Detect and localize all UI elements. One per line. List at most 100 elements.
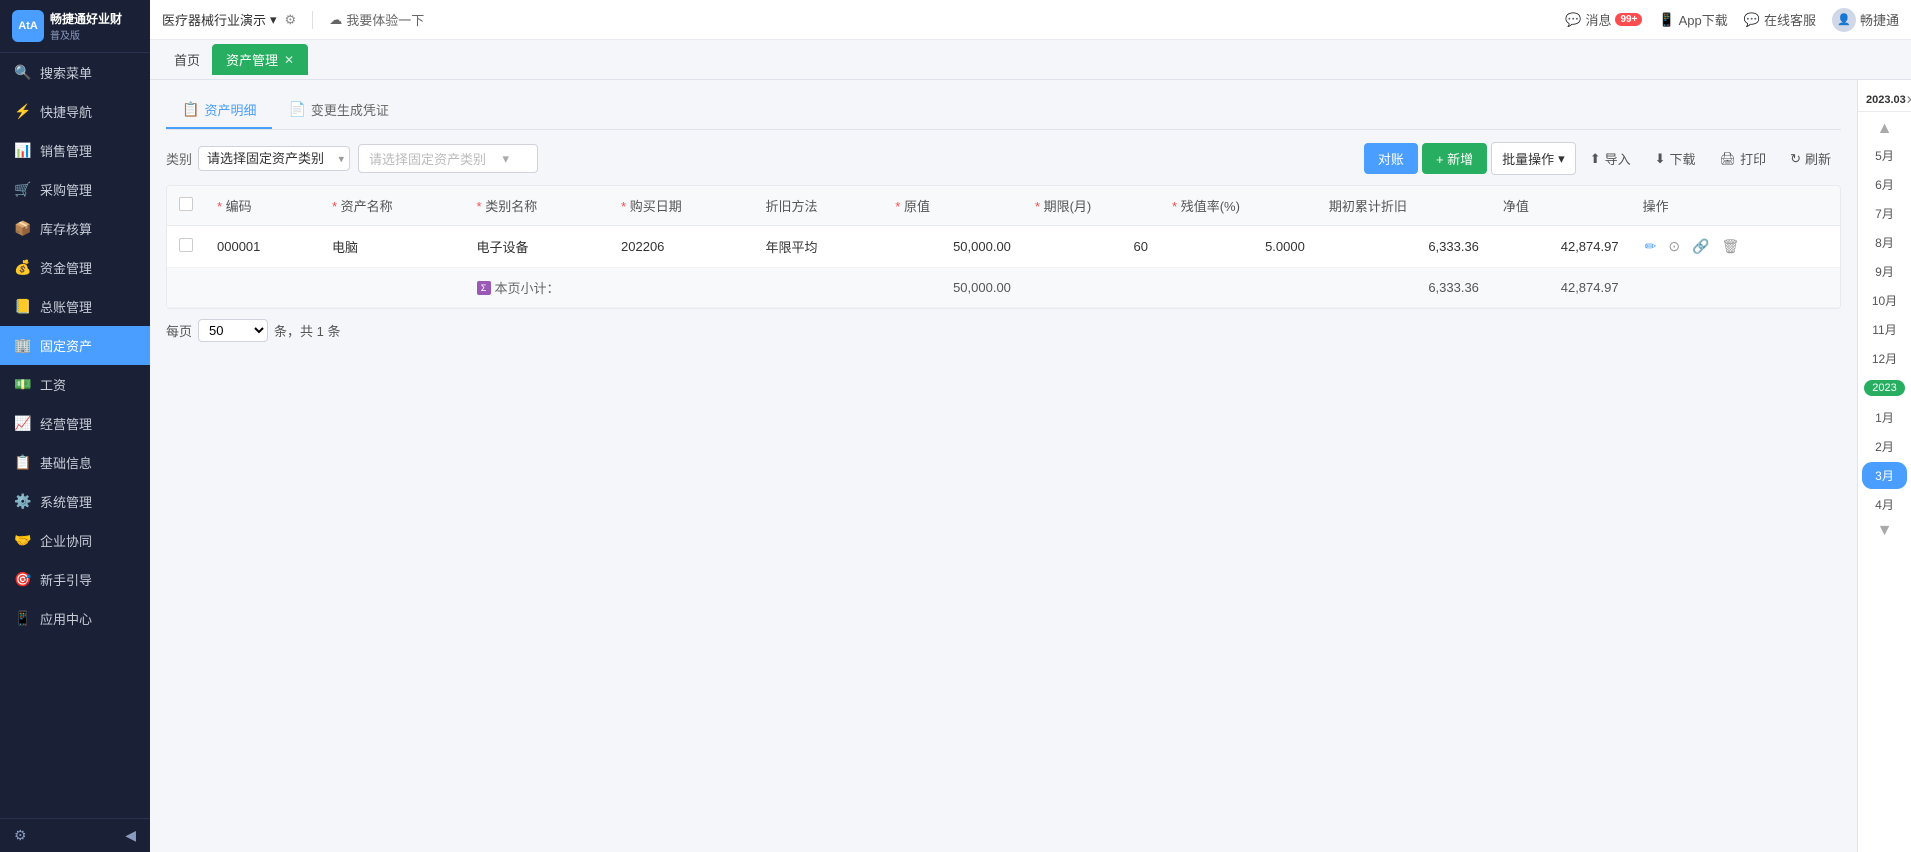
print-btn[interactable]: 🖨 打印 [1710,143,1777,174]
scroll-down-btn[interactable]: ▼ [1858,520,1911,542]
month-item-2[interactable]: 2月 [1858,433,1911,460]
filter-category-input[interactable]: 请选择固定资产类别 ▾ [358,144,538,173]
experience-btn[interactable]: ☁ 我要体验一下 [329,10,424,29]
refresh-btn[interactable]: ↻ 刷新 [1780,143,1841,174]
appcenter-icon: 📱 [14,610,32,628]
refresh-icon: ↻ [1790,151,1801,167]
scroll-up-btn[interactable]: ▲ [1858,118,1911,140]
table-body: 000001 电脑 电子设备 202206 年限平均 50,000.00 60 … [167,226,1840,308]
batch-btn[interactable]: 批量操作 ▾ [1491,142,1576,175]
tab-asset-manage[interactable]: 资产管理 ✕ [212,44,308,75]
sidebar: AtA 畅捷通好业财 普及版 🔍 搜索菜单 ⚡ 快捷导航 📊 销售管理 🛒 采购… [0,0,150,852]
print-icon: 🖨 [1720,151,1737,167]
online-service-btn[interactable]: 💬 在线客服 [1744,10,1816,29]
download-icon: ⬇ [1655,151,1666,167]
sidebar-item-sales[interactable]: 📊 销售管理 [0,131,150,170]
asset-table: * 编码 * 资产名称 * 类别名称 * 购买日期 折旧方法 * 原值 * 期限… [167,186,1840,308]
month-item-8[interactable]: 8月 [1858,229,1911,256]
sidebar-item-ledger[interactable]: 📒 总账管理 [0,287,150,326]
message-btn[interactable]: 💬 消息 99+ [1565,10,1642,29]
basicinfo-label: 基础信息 [40,453,92,472]
import-btn[interactable]: ⬆ 导入 [1580,143,1641,174]
sidebar-bottom: ⚙ ◀ [0,818,150,852]
tab-close-icon[interactable]: ✕ [284,53,294,67]
month-item-10[interactable]: 10月 [1858,287,1911,314]
payroll-label: 工资 [40,375,66,394]
month-item-6[interactable]: 6月 [1858,171,1911,198]
sidebar-item-cooperation[interactable]: 🤝 企业协同 [0,521,150,560]
th-purchase-date: * 购买日期 [609,186,754,226]
month-item-4[interactable]: 4月 [1858,491,1911,518]
select-all-checkbox[interactable] [179,197,193,211]
month-item-3-active[interactable]: 3月 [1862,462,1907,489]
download-btn[interactable]: ⬇ 下载 [1645,143,1706,174]
user-menu[interactable]: 👤 畅捷通 [1832,8,1899,32]
row-depr-method: 年限平均 [754,226,884,268]
app-download-btn[interactable]: 📱 App下载 [1658,10,1727,29]
new-btn[interactable]: + 新增 [1422,143,1487,174]
sidebar-item-quicknav[interactable]: ⚡ 快捷导航 [0,92,150,131]
fixed-icon: 🏢 [14,337,32,355]
subtab-voucher-gen[interactable]: 📄 变更生成凭证 [272,92,404,129]
month-item-11[interactable]: 11月 [1858,316,1911,343]
row-checkbox[interactable] [179,238,193,252]
sidebar-item-purchase[interactable]: 🛒 采购管理 [0,170,150,209]
topbar-divider [312,11,313,29]
tab-home[interactable]: 首页 [166,44,208,75]
right-panel-close-icon[interactable]: ✕ [1906,93,1911,107]
settings-icon[interactable]: ⚙ [14,827,27,844]
subtab-asset-detail[interactable]: 📋 资产明细 [166,92,272,129]
copy-btn[interactable]: ⊙ [1666,236,1682,257]
month-item-5[interactable]: 5月 [1858,142,1911,169]
purchase-label: 采购管理 [40,180,92,199]
app-download-icon: 📱 [1658,12,1674,28]
sidebar-item-newguide[interactable]: 🎯 新手引导 [0,560,150,599]
sidebar-item-bizmanage[interactable]: 📈 经营管理 [0,404,150,443]
sidebar-item-search[interactable]: 🔍 搜索菜单 [0,53,150,92]
month-item-7[interactable]: 7月 [1858,200,1911,227]
cooperation-label: 企业协同 [40,531,92,550]
cooperation-icon: 🤝 [14,532,32,550]
table-row: 000001 电脑 电子设备 202206 年限平均 50,000.00 60 … [167,226,1840,268]
sysmanage-label: 系统管理 [40,492,92,511]
th-checkbox [167,186,205,226]
th-category: * 类别名称 [465,186,610,226]
delete-btn[interactable]: 🗑 [1719,236,1741,257]
app-logo-icon: AtA [12,10,44,42]
edit-btn[interactable]: ✏ [1643,236,1659,257]
th-period: * 期限(月) [1023,186,1160,226]
subtotal-net-value: 42,874.97 [1491,268,1631,308]
sidebar-item-basicinfo[interactable]: 📋 基础信息 [0,443,150,482]
sales-label: 销售管理 [40,141,92,160]
row-purchase-date: 202206 [609,226,754,268]
sidebar-item-fixed[interactable]: 🏢 固定资产 [0,326,150,365]
collapse-icon[interactable]: ◀ [125,827,136,844]
company-selector[interactable]: 医疗器械行业演示 ▾ [162,10,277,29]
sidebar-item-inventory[interactable]: 📦 库存核算 [0,209,150,248]
topbar: 医疗器械行业演示 ▾ ⚙ ☁ 我要体验一下 💬 消息 99+ 📱 App下载 💬… [150,0,1911,40]
table-header-row: * 编码 * 资产名称 * 类别名称 * 购买日期 折旧方法 * 原值 * 期限… [167,186,1840,226]
dropdown-arrow-icon: ▾ [270,12,277,28]
bizmanage-icon: 📈 [14,415,32,433]
reconcile-btn[interactable]: 对账 [1364,143,1418,174]
month-item-1[interactable]: 1月 [1858,404,1911,431]
sidebar-item-payroll[interactable]: 💵 工资 [0,365,150,404]
sidebar-item-funds[interactable]: 💰 资金管理 [0,248,150,287]
search-icon: 🔍 [14,64,32,82]
month-item-12[interactable]: 12月 [1858,345,1911,372]
purchase-icon: 🛒 [14,181,32,199]
th-depr-method: 折旧方法 [754,186,884,226]
settings-gear-icon[interactable]: ⚙ [285,12,297,28]
month-item-9[interactable]: 9月 [1858,258,1911,285]
filter-category-select[interactable]: 请选择固定资产类别 [198,146,350,171]
th-initial-accum-depr: 期初累计折旧 [1317,186,1491,226]
search-label: 搜索菜单 [40,63,92,82]
batch-dropdown-icon: ▾ [1558,151,1565,167]
sidebar-item-sysmanage[interactable]: ⚙️ 系统管理 [0,482,150,521]
page-content: 📋 资产明细 📄 变更生成凭证 类别 请选择固定资产类别 [150,80,1857,852]
app-name: 畅捷通好业财 [50,10,122,27]
sidebar-item-appcenter[interactable]: 📱 应用中心 [0,599,150,638]
subtotal-accum-depr: 6,333.36 [1317,268,1491,308]
link-btn[interactable]: 🔗 [1690,236,1711,257]
per-page-select[interactable]: 50 10 20 100 [198,319,268,342]
